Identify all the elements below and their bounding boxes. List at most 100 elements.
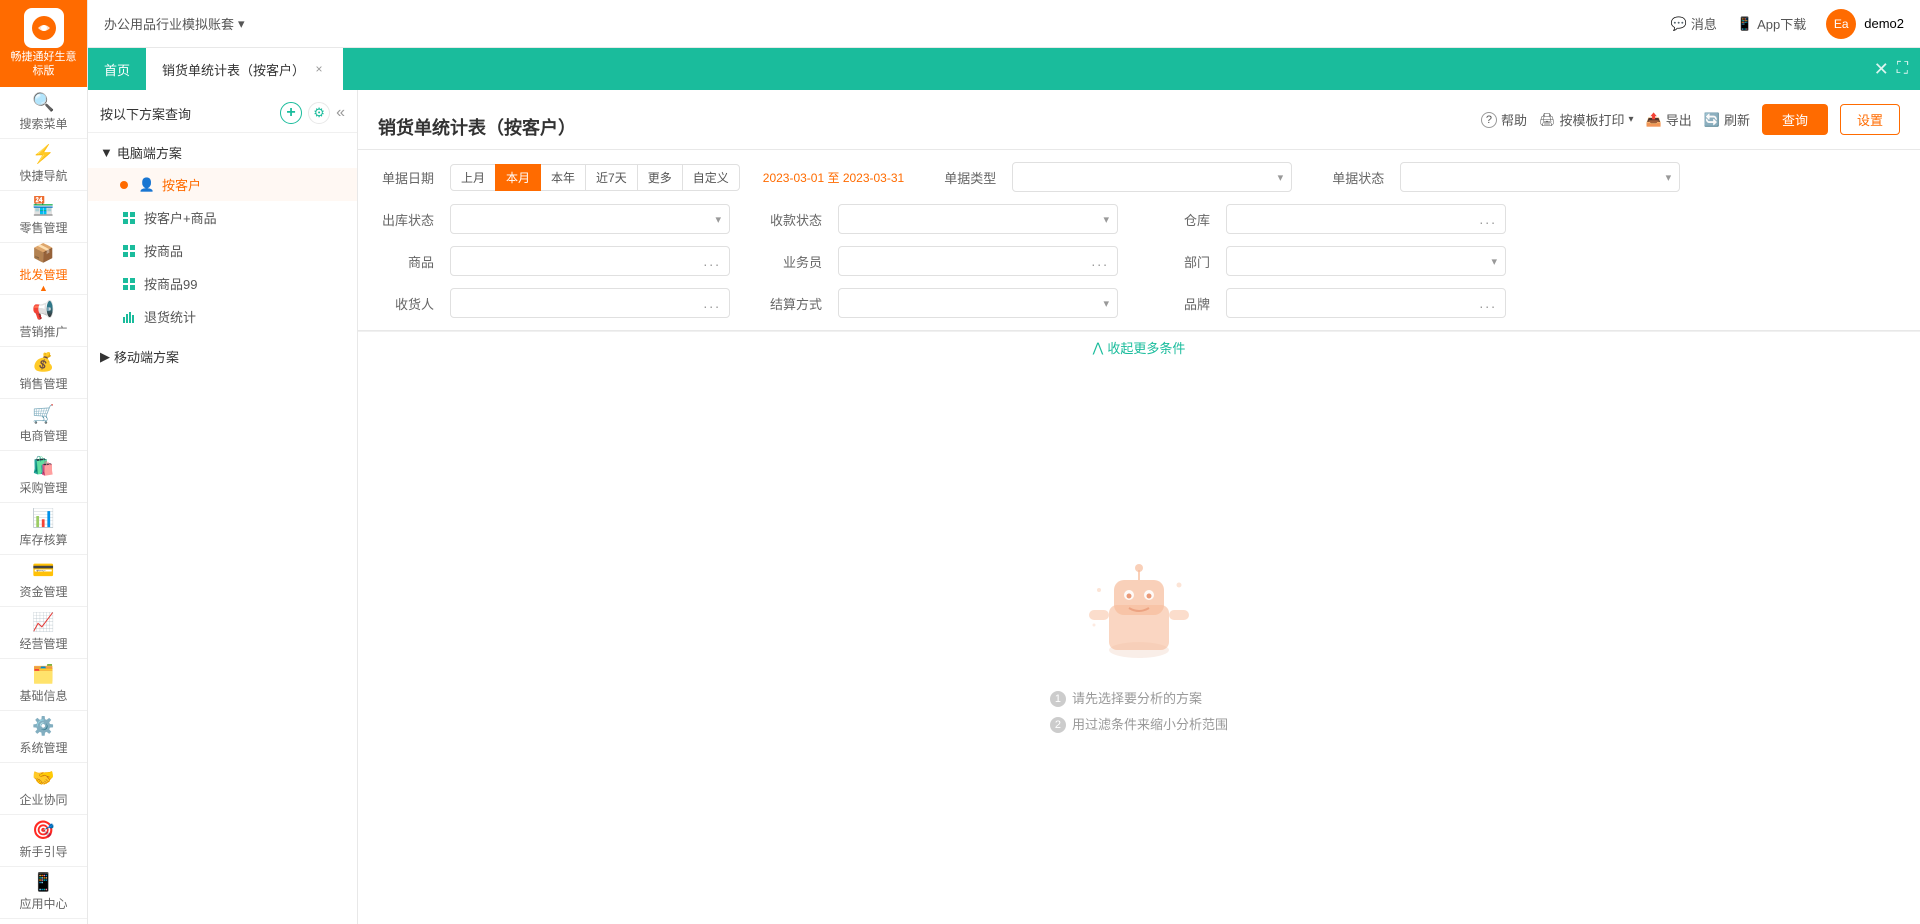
receiver-label: 收货人 — [378, 294, 434, 313]
staff-input[interactable]: ... — [838, 246, 1118, 276]
scheme-item-by-product-99[interactable]: 按商品99 — [88, 267, 357, 300]
maximize-window-btn[interactable]: ⛶ — [1897, 60, 1908, 78]
sidebar-item-system[interactable]: ⚙️ 系统管理 — [0, 711, 87, 763]
mobile-group-label: 移动端方案 — [114, 347, 179, 366]
tab-close-btn[interactable]: × — [311, 61, 327, 77]
app-title-dropdown[interactable]: 办公用品行业模拟账套 ▾ — [104, 14, 245, 33]
customer-icon: 👤 — [138, 176, 156, 194]
sidebar-item-label: 批发管理 — [19, 266, 67, 283]
this-year-btn[interactable]: 本年 — [540, 164, 586, 191]
tab-home[interactable]: 首页 — [88, 48, 146, 90]
username: demo2 — [1864, 16, 1904, 31]
app-download-btn[interactable]: 📱 App下载 — [1737, 14, 1806, 33]
warehouse-input[interactable]: ... — [1226, 204, 1506, 234]
sidebar-item-retail[interactable]: 🏪 零售管理 — [0, 191, 87, 243]
scheme-group-desktop: ▼ 电脑端方案 👤 按客户 按客户+商品 — [88, 133, 357, 337]
sidebar-item-label: 资金管理 — [19, 583, 67, 600]
sidebar-item-inventory[interactable]: 📊 库存核算 — [0, 503, 87, 555]
left-panel: 按以下方案查询 + ⚙ « ▼ 电脑端方案 👤 按客户 — [88, 90, 358, 924]
refresh-icon: 🔄 — [1704, 112, 1720, 128]
help-btn[interactable]: ? 帮助 — [1481, 110, 1527, 129]
sidebar-item-wholesale[interactable]: 📦 批发管理 ▲ — [0, 243, 87, 295]
enterprise-icon: 🤝 — [32, 768, 54, 789]
receiver-input[interactable]: ... — [450, 288, 730, 318]
sidebar-item-apps[interactable]: 📱 应用中心 — [0, 867, 87, 919]
scheme-item-by-customer-product[interactable]: 按客户+商品 — [88, 201, 357, 234]
app-title: 办公用品行业模拟账套 — [104, 14, 234, 33]
active-dot — [120, 181, 128, 189]
sidebar-item-enterprise[interactable]: 🤝 企业协同 — [0, 763, 87, 815]
close-window-btn[interactable]: ✕ — [1874, 59, 1889, 80]
sidebar-item-purchase[interactable]: 🛍️ 采购管理 — [0, 451, 87, 503]
more-btn[interactable]: 更多 — [637, 164, 683, 191]
template-print-btn[interactable]: 🖨 按模板打印 ▾ — [1539, 110, 1634, 129]
settings-scheme-btn[interactable]: ⚙ — [308, 102, 330, 124]
logo-text: 畅捷通好生意 标版 — [11, 50, 77, 79]
filter-row-1: 单据日期 上月 本月 本年 近7天 更多 自定义 2023-03-01 至 20… — [378, 162, 1900, 192]
settlement-input[interactable]: ▾ — [838, 288, 1118, 318]
sidebar-item-operation[interactable]: 📈 经营管理 — [0, 607, 87, 659]
settings-button[interactable]: 设置 — [1840, 104, 1900, 135]
desktop-group-label: 电脑端方案 — [117, 143, 182, 162]
message-btn[interactable]: 💬 消息 — [1671, 14, 1717, 33]
refresh-btn[interactable]: 🔄 刷新 — [1704, 110, 1750, 129]
type-dropdown-icon: ▾ — [1278, 171, 1284, 184]
scheme-item-by-product[interactable]: 按商品 — [88, 234, 357, 267]
status-input[interactable]: ▾ — [1400, 162, 1680, 192]
receipt-status-input[interactable]: ▾ — [838, 204, 1118, 234]
sidebar-item-quicknav[interactable]: ⚡ 快捷导航 — [0, 139, 87, 191]
sidebar-item-label: 销售管理 — [19, 375, 67, 392]
filter-row-2: 出库状态 ▾ 收款状态 ▾ 仓库 ... — [378, 204, 1900, 234]
avatar: Ea — [1826, 9, 1856, 39]
collapse-panel-btn[interactable]: « — [336, 104, 345, 122]
brand-input[interactable]: ... — [1226, 288, 1506, 318]
sidebar-item-label: 零售管理 — [19, 219, 67, 236]
scheme-item-by-customer[interactable]: 👤 按客户 — [88, 168, 357, 201]
sidebar-item-wechat[interactable]: 💬 企业微信 — [0, 919, 87, 924]
operation-icon: 📈 — [32, 612, 54, 633]
by-product-icon — [120, 242, 138, 260]
left-panel-actions: + ⚙ « — [280, 102, 345, 124]
logo[interactable]: 畅捷通好生意 标版 — [0, 0, 88, 87]
left-panel-title: 按以下方案查询 — [100, 104, 191, 123]
page-header: 销货单统计表（按客户） ? 帮助 🖨 按模板打印 ▾ 📤 导出 — [358, 90, 1920, 150]
scheme-item-label: 按商品99 — [144, 274, 197, 293]
retail-icon: 🏪 — [32, 196, 54, 217]
help-icon: ? — [1481, 112, 1497, 128]
last-month-btn[interactable]: 上月 — [450, 164, 496, 191]
collapse-conditions-btn[interactable]: ⋀ 收起更多条件 — [358, 331, 1920, 363]
query-button[interactable]: 查询 — [1762, 104, 1828, 135]
type-input[interactable]: ▾ — [1012, 162, 1292, 192]
sales-icon: 💰 — [32, 352, 54, 373]
user-area[interactable]: Ea demo2 — [1826, 9, 1904, 39]
product-dots: ... — [703, 253, 721, 269]
settlement-label: 结算方式 — [766, 294, 822, 313]
chevron-down-icon: ▼ — [100, 145, 113, 160]
sidebar-item-finance[interactable]: 💳 资金管理 — [0, 555, 87, 607]
add-scheme-btn[interactable]: + — [280, 102, 302, 124]
dept-input[interactable]: ▾ — [1226, 246, 1506, 276]
right-panel: 销货单统计表（按客户） ? 帮助 🖨 按模板打印 ▾ 📤 导出 — [358, 90, 1920, 924]
sidebar-item-ecommerce[interactable]: 🛒 电商管理 — [0, 399, 87, 451]
last7-btn[interactable]: 近7天 — [585, 164, 638, 191]
filter-row-4: 收货人 ... 结算方式 ▾ 品牌 ... — [378, 288, 1900, 318]
sidebar-item-newbie[interactable]: 🎯 新手引导 — [0, 815, 87, 867]
receipt-dropdown-icon: ▾ — [1103, 213, 1109, 226]
sidebar-item-marketing[interactable]: 📢 营销推广 — [0, 295, 87, 347]
topbar-left: 办公用品行业模拟账套 ▾ — [104, 14, 245, 33]
desktop-group-header[interactable]: ▼ 电脑端方案 — [88, 137, 357, 168]
sidebar-item-search[interactable]: 🔍 搜索菜单 — [0, 87, 87, 139]
sidebar-item-sales[interactable]: 💰 销售管理 — [0, 347, 87, 399]
product-input[interactable]: ... — [450, 246, 730, 276]
mobile-group-header[interactable]: ▶ 移动端方案 — [88, 341, 357, 372]
purchase-icon: 🛍️ — [32, 456, 54, 477]
export-btn[interactable]: 📤 导出 — [1646, 110, 1692, 129]
sidebar-item-basic[interactable]: 🗂️ 基础信息 — [0, 659, 87, 711]
scheme-item-by-return[interactable]: 退货统计 — [88, 300, 357, 333]
out-status-input[interactable]: ▾ — [450, 204, 730, 234]
this-month-btn[interactable]: 本月 — [495, 164, 541, 191]
chevron-right-icon: ▶ — [100, 349, 110, 365]
tab-sales-stat[interactable]: 销货单统计表（按客户） × — [146, 48, 343, 90]
custom-btn[interactable]: 自定义 — [682, 164, 740, 191]
quicknav-icon: ⚡ — [32, 144, 54, 165]
